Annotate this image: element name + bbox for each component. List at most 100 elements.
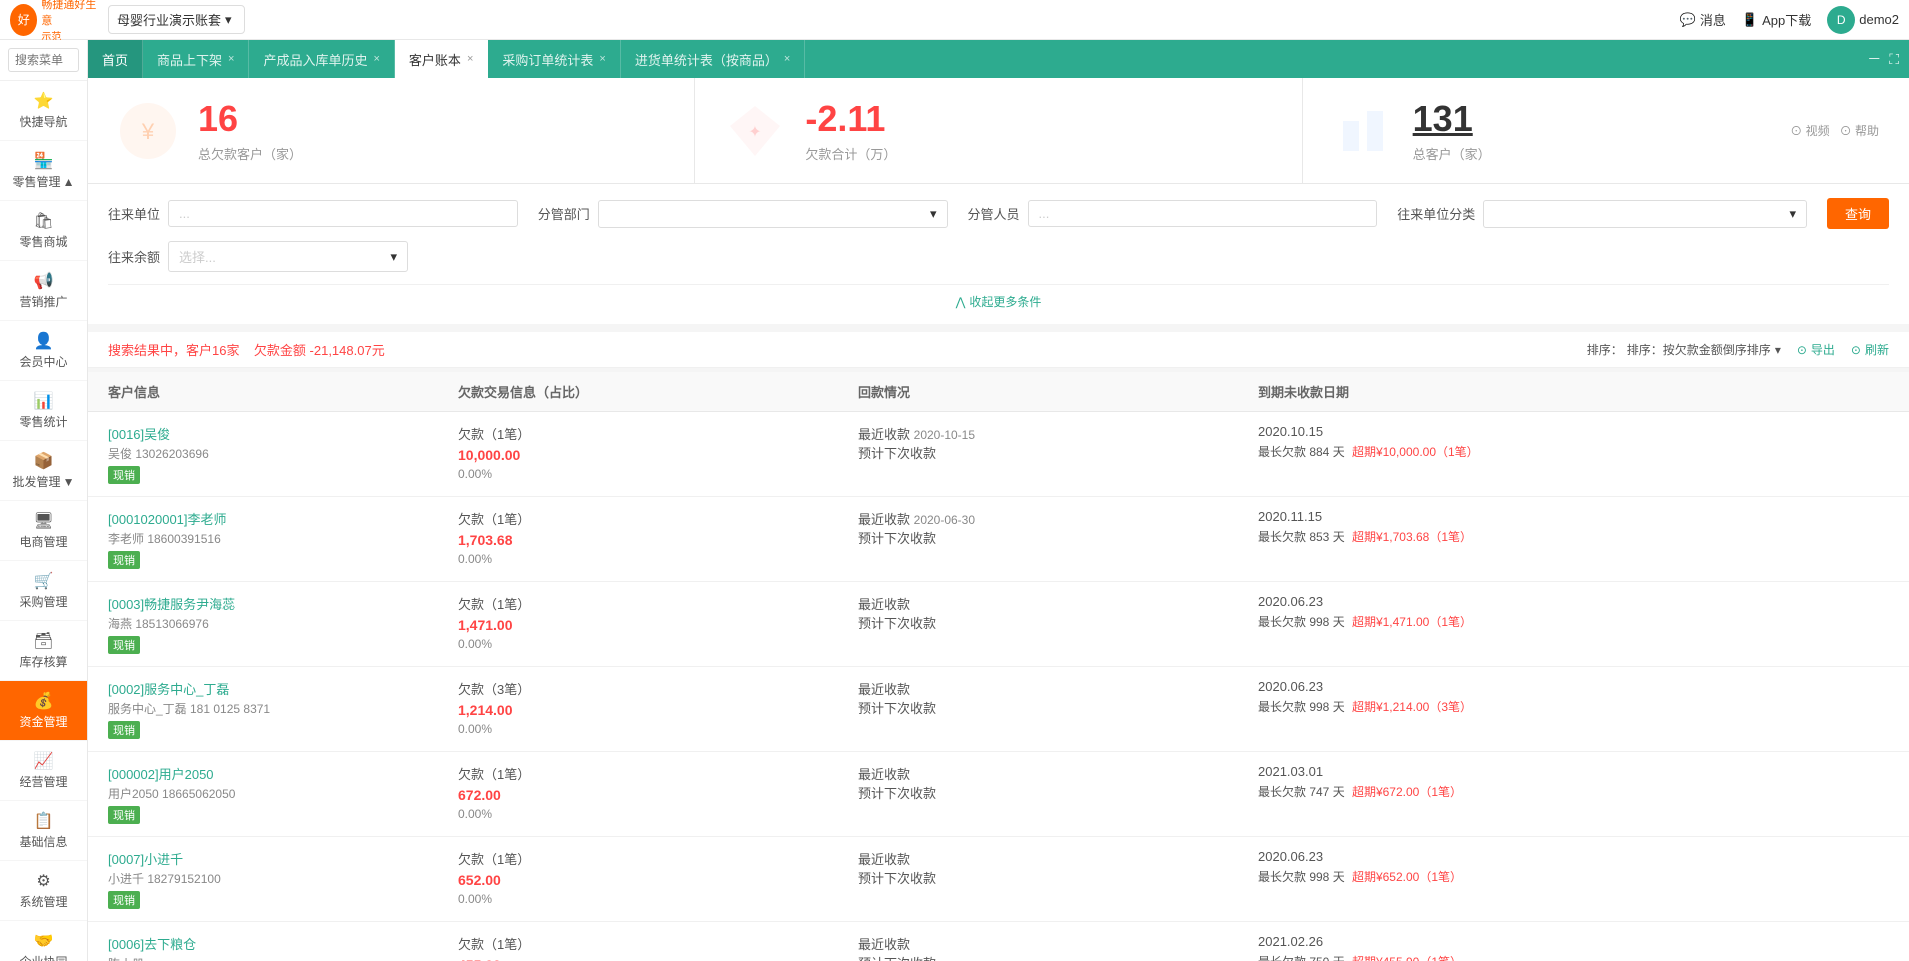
debt-amount-3[interactable]: 1,214.00 — [458, 702, 858, 718]
customer-tag-3: 现销 — [108, 721, 140, 739]
ecom-icon: 🖥 — [0, 511, 87, 531]
overdue-days-6: 最长欠款 750 天 — [1258, 955, 1345, 961]
debt-cell-0: 欠款（1笔） 10,000.00 0.00% — [458, 424, 858, 481]
sort-select[interactable]: 排序： 排序：按欠款金额倒序排序 ▾ — [1587, 341, 1781, 358]
unit-category-select[interactable]: ▾ — [1483, 200, 1807, 228]
sidebar-item-batch-mgmt[interactable]: 📦 批发管理▼ — [0, 441, 87, 501]
debt-amount-5[interactable]: 652.00 — [458, 872, 858, 888]
user-profile-btn[interactable]: D demo2 — [1827, 6, 1899, 34]
tab-close-purchase-stats[interactable]: × — [784, 53, 790, 65]
sidebar-item-inventory[interactable]: 🗃 库存核算 — [0, 621, 87, 681]
debt-amount-1[interactable]: 1,703.68 — [458, 532, 858, 548]
tab-close-purchase-order[interactable]: × — [599, 53, 605, 65]
refresh-icon: ⊙ — [1851, 343, 1861, 357]
customer-phone-0: 吴俊 13026203696 — [108, 445, 458, 462]
tab-purchase-order[interactable]: 采购订单统计表 × — [488, 40, 620, 78]
tab-maximize-btn[interactable]: ⛶ — [1889, 51, 1899, 68]
tab-purchase-stats[interactable]: 进货单统计表（按商品） × — [621, 40, 805, 78]
debt-amount-0[interactable]: 10,000.00 — [458, 447, 858, 463]
overdue-link-0[interactable]: 超期¥10,000.00（1笔） — [1352, 445, 1479, 459]
next-collect-1: 预计下次收款 — [858, 528, 1258, 547]
customer-name-0[interactable]: [0016]吴俊 — [108, 424, 458, 443]
tab-home[interactable]: 首页 — [88, 40, 143, 78]
message-btn[interactable]: 💬 消息 — [1680, 10, 1726, 29]
debt-count-0: 欠款（1笔） — [458, 424, 858, 443]
result-actions: 排序： 排序：按欠款金额倒序排序 ▾ ⊙ 导出 ⊙ 刷新 — [1587, 341, 1889, 358]
filter-row-2: 往来余额 选择... ▾ — [108, 241, 1889, 272]
overdue-link-6[interactable]: 超期¥455.90（1笔） — [1352, 955, 1462, 961]
system-icon: ⚙ — [0, 871, 87, 891]
person-label: 分管人员 — [968, 204, 1020, 223]
customer-name-3[interactable]: [0002]服务中心_丁磊 — [108, 679, 458, 698]
download-btn[interactable]: 📱 App下载 — [1742, 10, 1811, 29]
customer-name-2[interactable]: [0003]畅捷服务尹海蕊 — [108, 594, 458, 613]
sidebar-item-enterprise[interactable]: 🤝 企业协同 — [0, 921, 87, 961]
customer-name-4[interactable]: [000002]用户2050 — [108, 764, 458, 783]
customer-cell-0: [0016]吴俊 吴俊 13026203696 现销 — [108, 424, 458, 484]
customer-name-5[interactable]: [0007]小进千 — [108, 849, 458, 868]
customer-cell-2: [0003]畅捷服务尹海蕊 海燕 18513066976 现销 — [108, 594, 458, 654]
person-input[interactable]: ... — [1028, 200, 1378, 227]
overdue-link-3[interactable]: 超期¥1,214.00（3笔） — [1352, 700, 1472, 714]
app-selector[interactable]: 母婴行业演示账套 ▾ — [108, 5, 245, 34]
view-btn[interactable]: ⊙ 视频 — [1790, 122, 1829, 139]
debt-amount-4[interactable]: 672.00 — [458, 787, 858, 803]
sidebar-item-quick-nav[interactable]: ⭐ 快捷导航 — [0, 81, 87, 141]
inventory-icon: 🗃 — [0, 631, 87, 651]
due-date-1: 2020.11.15 — [1258, 509, 1889, 524]
debt-total-value: -2.11 — [805, 98, 896, 140]
debt-cell-3: 欠款（3笔） 1,214.00 0.00% — [458, 679, 858, 736]
sidebar-item-retail-shop[interactable]: 🛍 零售商城 — [0, 201, 87, 261]
dept-select[interactable]: ▾ — [598, 200, 948, 228]
debt-cell-6: 欠款（1笔） 455.90 0.00% — [458, 934, 858, 961]
debt-amount-2[interactable]: 1,471.00 — [458, 617, 858, 633]
customer-name-6[interactable]: [0006]去下粮仓 — [108, 934, 458, 953]
top-right-actions: 💬 消息 📱 App下载 D demo2 — [1680, 6, 1899, 34]
source-unit-input[interactable]: ... — [168, 200, 518, 227]
overdue-link-5[interactable]: 超期¥652.00（1笔） — [1352, 870, 1462, 884]
customer-phone-2: 海燕 18513066976 — [108, 615, 458, 632]
avatar: D — [1827, 6, 1855, 34]
tab-products-off[interactable]: 商品上下架 × — [143, 40, 249, 78]
sidebar-item-system[interactable]: ⚙ 系统管理 — [0, 861, 87, 921]
recovery-cell-3: 最近收款 预计下次收款 — [858, 679, 1258, 717]
collapse-button[interactable]: ⋀ 收起更多条件 — [956, 293, 1042, 310]
tab-produce-history[interactable]: 产成品入库单历史 × — [249, 40, 394, 78]
refresh-button[interactable]: ⊙ 刷新 — [1851, 341, 1889, 358]
sidebar-item-marketing[interactable]: 📢 营销推广 — [0, 261, 87, 321]
sidebar-item-ecom[interactable]: 🖥 电商管理 — [0, 501, 87, 561]
sidebar-item-base[interactable]: 📋 基础信息 — [0, 801, 87, 861]
tab-close-produce-history[interactable]: × — [373, 53, 379, 65]
customer-name-1[interactable]: [0001020001]李老师 — [108, 509, 458, 528]
tab-close-customer-account[interactable]: × — [467, 53, 473, 65]
sidebar-item-member[interactable]: 👤 会员中心 — [0, 321, 87, 381]
debt-cell-1: 欠款（1笔） 1,703.68 0.00% — [458, 509, 858, 566]
tab-close-products-off[interactable]: × — [228, 53, 234, 65]
balance-select[interactable]: 选择... ▾ — [168, 241, 408, 272]
customer-cell-1: [0001020001]李老师 李老师 18600391516 现销 — [108, 509, 458, 569]
debt-amount-6[interactable]: 455.90 — [458, 957, 858, 961]
sidebar-item-retail-stats[interactable]: 📊 零售统计 — [0, 381, 87, 441]
sidebar-item-purchase[interactable]: 🛒 采购管理 — [0, 561, 87, 621]
tab-bar: 首页 商品上下架 × 产成品入库单历史 × 客户账本 × 采购订单统计表 × — [88, 40, 1909, 78]
debt-count-2: 欠款（1笔） — [458, 594, 858, 613]
sidebar-item-finance[interactable]: 💰 资金管理 — [0, 681, 87, 741]
query-button[interactable]: 查询 — [1827, 198, 1889, 229]
due-date-2: 2020.06.23 — [1258, 594, 1889, 609]
overdue-link-4[interactable]: 超期¥672.00（1笔） — [1352, 785, 1462, 799]
customer-cell-5: [0007]小进千 小进千 18279152100 现销 — [108, 849, 458, 909]
overdue-link-1[interactable]: 超期¥1,703.68（1笔） — [1352, 530, 1472, 544]
result-bar: 搜索结果中，客户16家 欠款金额 -21,148.07元 排序： 排序：按欠款金… — [88, 332, 1909, 368]
export-button[interactable]: ⊙ 导出 — [1797, 341, 1835, 358]
search-input[interactable] — [8, 48, 79, 72]
retail-stats-icon: 📊 — [0, 391, 87, 411]
overdue-link-2[interactable]: 超期¥1,471.00（1笔） — [1352, 615, 1472, 629]
customer-phone-1: 李老师 18600391516 — [108, 530, 458, 547]
tab-customer-account[interactable]: 客户账本 × — [395, 40, 488, 78]
retail-shop-icon: 🛍 — [0, 211, 87, 231]
sidebar-item-retail-mgmt[interactable]: 🏪 零售管理▲ — [0, 141, 87, 201]
tab-minimize-btn[interactable]: － — [1867, 49, 1881, 69]
table-row: [0007]小进千 小进千 18279152100 现销 欠款（1笔） 652.… — [88, 837, 1909, 922]
sidebar-item-ops[interactable]: 📈 经营管理 — [0, 741, 87, 801]
help-btn[interactable]: ⊙ 帮助 — [1840, 122, 1879, 139]
